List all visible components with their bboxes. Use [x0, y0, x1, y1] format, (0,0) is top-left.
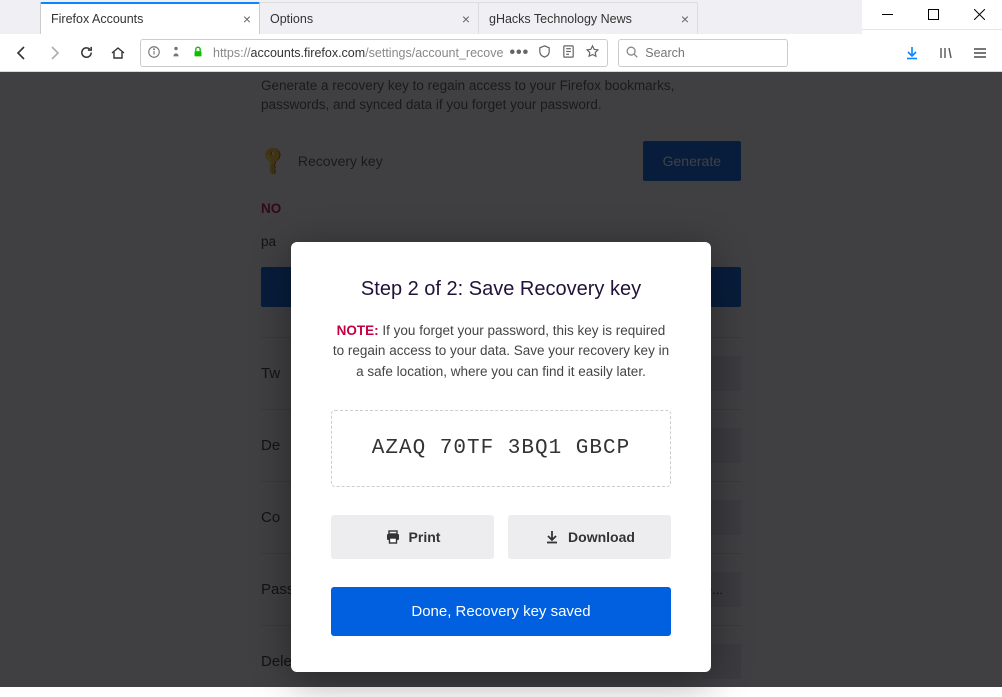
tab-label: gHacks Technology News: [489, 12, 632, 26]
done-button[interactable]: Done, Recovery key saved: [331, 587, 671, 636]
tab-strip: Firefox Accounts × Options × gHacks Tech…: [0, 0, 862, 34]
recovery-key-modal: Step 2 of 2: Save Recovery key NOTE: If …: [291, 242, 711, 672]
menu-button[interactable]: [966, 39, 994, 67]
reload-button[interactable]: [72, 39, 100, 67]
maximize-button[interactable]: [910, 0, 956, 30]
tab-options[interactable]: Options ×: [259, 2, 479, 34]
home-button[interactable]: [104, 39, 132, 67]
close-icon[interactable]: ×: [462, 11, 470, 27]
print-icon: [385, 529, 401, 545]
forward-button[interactable]: [40, 39, 68, 67]
url-bar[interactable]: https://accounts.firefox.com/settings/ac…: [140, 39, 608, 67]
close-window-button[interactable]: [956, 0, 1002, 30]
lock-icon: [191, 45, 207, 61]
more-icon[interactable]: •••: [509, 44, 529, 62]
reader-icon[interactable]: [561, 44, 577, 60]
search-bar[interactable]: [618, 39, 788, 67]
tab-label: Firefox Accounts: [51, 12, 143, 26]
search-icon: [625, 45, 639, 61]
modal-title: Step 2 of 2: Save Recovery key: [331, 278, 671, 301]
download-icon: [544, 529, 560, 545]
recovery-code: AZAQ 70TF 3BQ1 GBCP: [331, 410, 671, 487]
minimize-button[interactable]: [864, 0, 910, 30]
tab-label: Options: [270, 12, 313, 26]
viewport: Generate a recovery key to regain access…: [0, 72, 1002, 687]
library-button[interactable]: [932, 39, 960, 67]
tracking-protection-icon[interactable]: [537, 44, 553, 60]
close-icon[interactable]: ×: [243, 11, 251, 27]
print-button[interactable]: Print: [331, 515, 494, 559]
back-button[interactable]: [8, 39, 36, 67]
url-text: https://accounts.firefox.com/settings/ac…: [213, 46, 503, 60]
close-icon[interactable]: ×: [681, 11, 689, 27]
search-input[interactable]: [645, 46, 781, 60]
modal-note: NOTE: If you forget your password, this …: [331, 321, 671, 382]
urlbar-actions: •••: [509, 44, 601, 62]
bookmark-star-icon[interactable]: [585, 44, 601, 60]
tab-firefox-accounts[interactable]: Firefox Accounts ×: [40, 2, 260, 34]
permissions-icon[interactable]: [169, 45, 185, 61]
download-button[interactable]: Download: [508, 515, 671, 559]
tab-ghacks[interactable]: gHacks Technology News ×: [478, 2, 698, 34]
downloads-button[interactable]: [898, 39, 926, 67]
info-icon[interactable]: [147, 45, 163, 61]
toolbar: https://accounts.firefox.com/settings/ac…: [0, 34, 1002, 72]
